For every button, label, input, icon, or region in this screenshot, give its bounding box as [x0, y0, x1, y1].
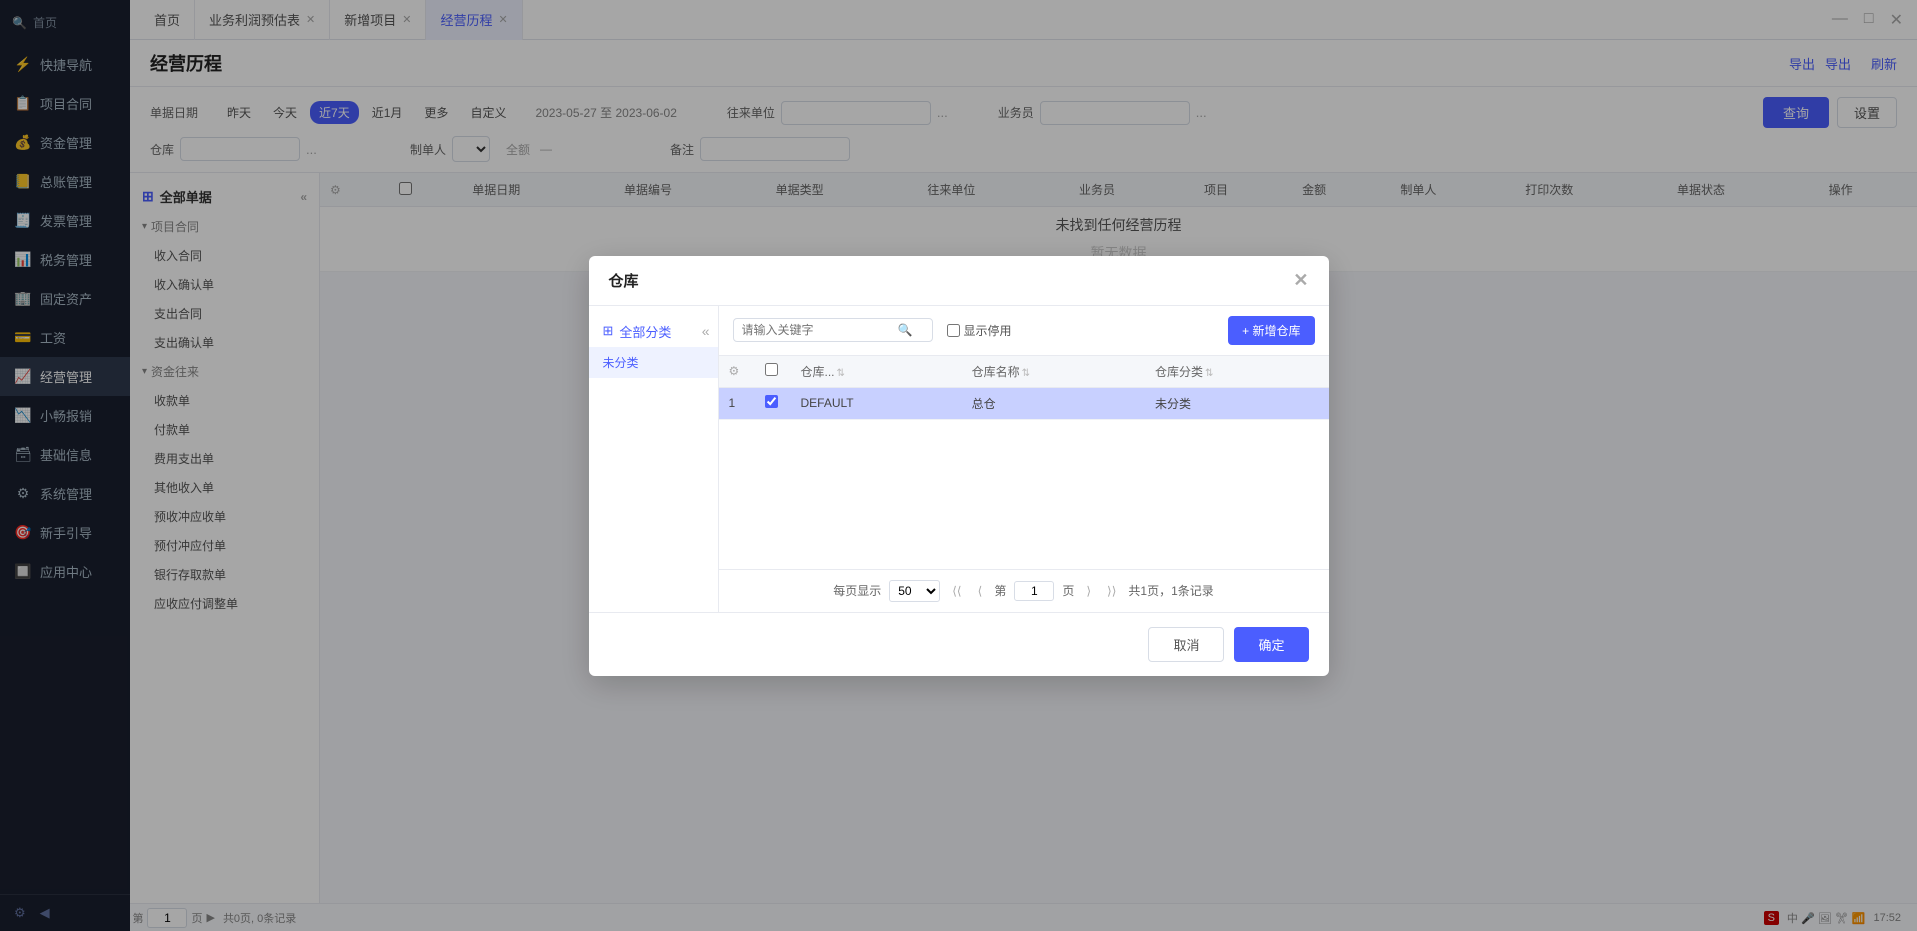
modal-per-page-label: 每页显示	[833, 582, 881, 599]
show-disabled-option: 显示停用	[947, 322, 1012, 339]
modal-page-suffix: 页	[1062, 582, 1074, 599]
modal-search-input[interactable]	[742, 323, 892, 337]
modal-body: ⊞ 全部分类 « 未分类 🔍	[589, 306, 1329, 612]
modal-right-panel: 🔍 显示停用 + 新增仓库	[719, 306, 1329, 612]
modal-search-icon[interactable]: 🔍	[898, 323, 913, 337]
modal-select-all[interactable]	[765, 363, 778, 376]
modal-th-code: 仓库...⇅	[791, 356, 962, 388]
modal-table: ⚙ 仓库...⇅ 仓库名称⇅	[719, 356, 1329, 420]
modal-row-name: 总仓	[962, 387, 1145, 419]
modal-row-checkbox[interactable]	[765, 395, 778, 408]
warehouse-modal: 仓库 ✕ ⊞ 全部分类 « 未分类	[589, 256, 1329, 676]
modal-row-category: 未分类	[1145, 387, 1328, 419]
modal-left-header[interactable]: ⊞ 全部分类	[589, 316, 686, 347]
modal-row-code: DEFAULT	[791, 387, 962, 419]
modal-row-checkbox-cell	[755, 387, 791, 419]
modal-header: 仓库 ✕	[589, 256, 1329, 306]
modal-page-label: 第	[994, 582, 1006, 599]
modal-th-checkbox	[755, 356, 791, 388]
show-disabled-label: 显示停用	[964, 322, 1012, 339]
cancel-button[interactable]: 取消	[1148, 627, 1224, 662]
modal-table-row[interactable]: 1 DEFAULT 总仓 未分类	[719, 387, 1329, 419]
modal-page-input[interactable]	[1014, 581, 1054, 601]
modal-title: 仓库	[609, 270, 639, 291]
modal-collapse-btn[interactable]: «	[694, 317, 718, 345]
modal-next-btn[interactable]: ⟩	[1082, 582, 1095, 600]
modal-actions: 取消 确定	[589, 612, 1329, 676]
confirm-button[interactable]: 确定	[1234, 627, 1308, 662]
modal-prev-btn[interactable]: ⟨	[974, 582, 987, 600]
modal-left-panel: ⊞ 全部分类 « 未分类	[589, 306, 719, 612]
modal-row-index: 1	[719, 387, 755, 419]
modal-overlay: 仓库 ✕ ⊞ 全部分类 « 未分类	[0, 0, 1917, 931]
modal-last-btn[interactable]: ⟩⟩	[1103, 582, 1120, 600]
modal-pagination: 每页显示 50 100 ⟨⟨ ⟨ 第 页 ⟩ ⟩⟩ 共1页，1条记录	[719, 569, 1329, 612]
modal-search-box: 🔍	[733, 318, 933, 342]
modal-th-category: 仓库分类⇅	[1145, 356, 1328, 388]
modal-all-category-label: 全部分类	[619, 322, 671, 341]
modal-grid-icon: ⊞	[603, 323, 614, 339]
modal-table-wrap: ⚙ 仓库...⇅ 仓库名称⇅	[719, 356, 1329, 569]
modal-per-page-select[interactable]: 50 100	[889, 580, 940, 602]
modal-category-unclassified[interactable]: 未分类	[589, 347, 718, 378]
modal-total-text: 共1页，1条记录	[1128, 582, 1213, 599]
modal-th-settings: ⚙	[719, 356, 755, 388]
show-disabled-checkbox[interactable]	[947, 324, 960, 337]
modal-close-btn[interactable]: ✕	[1293, 270, 1308, 291]
modal-th-name: 仓库名称⇅	[962, 356, 1145, 388]
add-warehouse-btn[interactable]: + 新增仓库	[1228, 316, 1314, 345]
modal-settings-icon[interactable]: ⚙	[729, 364, 740, 378]
modal-toolbar: 🔍 显示停用 + 新增仓库	[719, 306, 1329, 356]
modal-first-btn[interactable]: ⟨⟨	[948, 582, 965, 600]
